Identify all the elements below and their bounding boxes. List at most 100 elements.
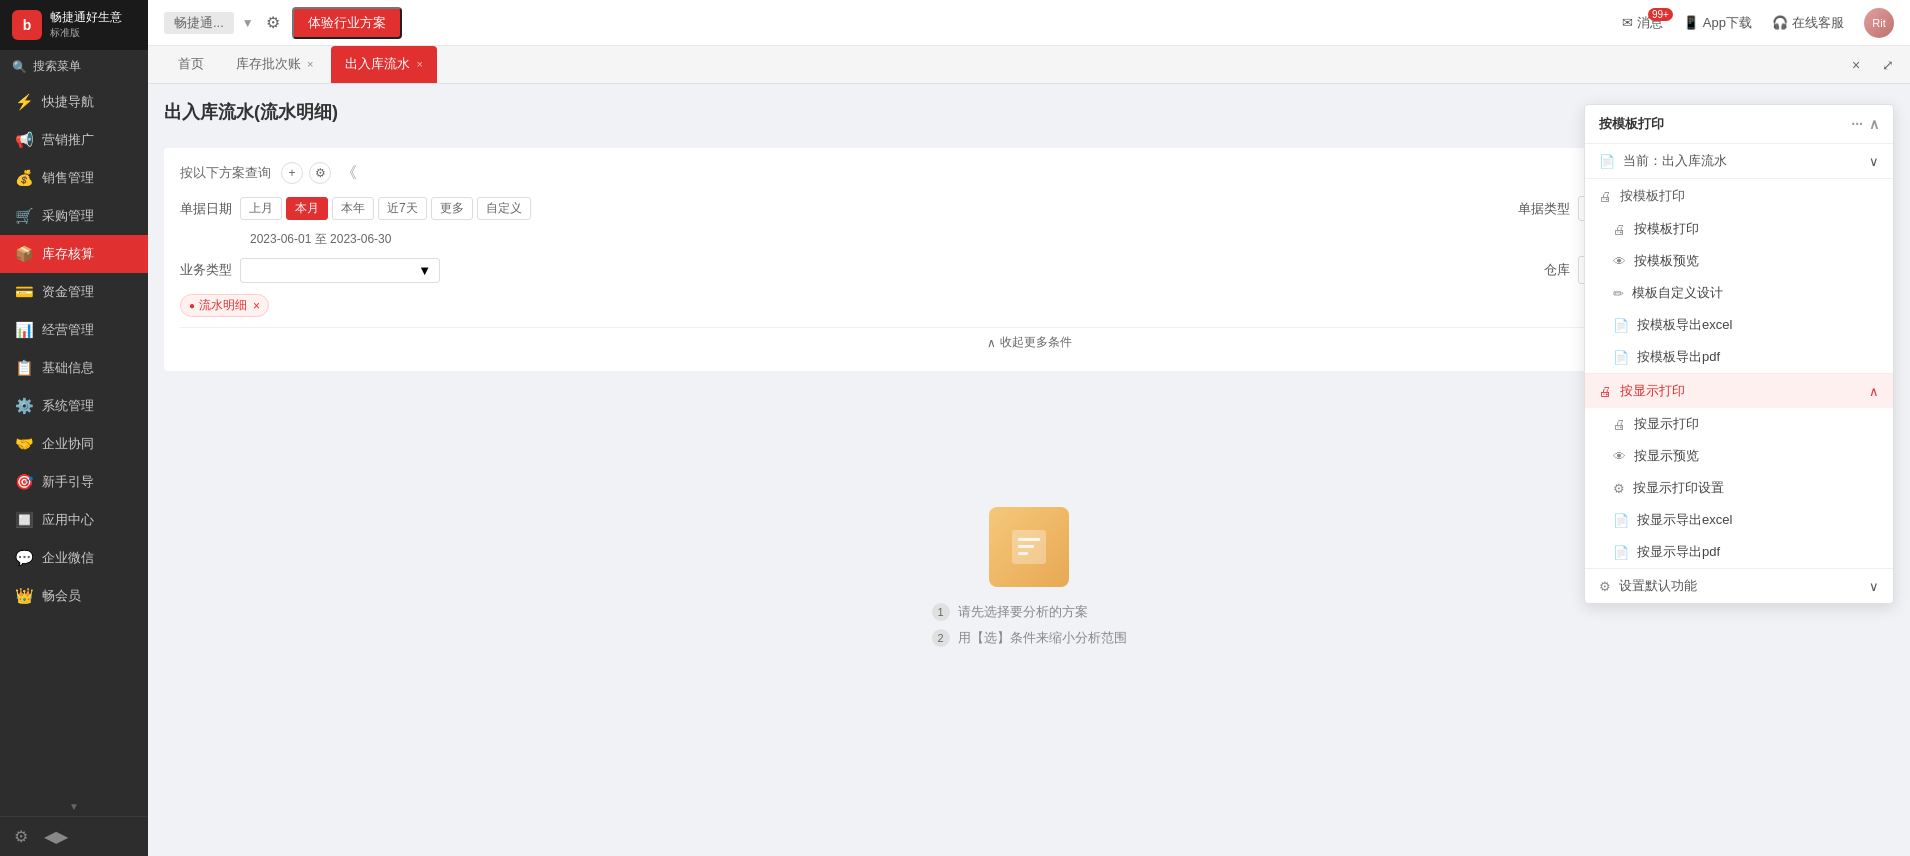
dropdown-item-template-print[interactable]: 🖨 按模板打印 [1585,213,1893,245]
online-service-btn[interactable]: 🎧 在线客服 [1772,14,1844,32]
dropdown-header-actions: ··· ∧ [1851,116,1879,132]
dropdown-current-header[interactable]: 📄 当前：出入库流水 ∨ [1585,144,1893,178]
logo-icon: b [12,10,42,40]
nav-label-purchase: 采购管理 [42,207,94,225]
topbar-gear-icon[interactable]: ⚙ [266,13,280,32]
sidebar-scroll-down[interactable]: ▼ [0,797,148,816]
sidebar-settings-icon[interactable]: ⚙ [14,827,28,846]
nav-label-membership: 畅会员 [42,587,81,605]
item-icon-dv: 👁 [1613,449,1626,464]
date-tab-more[interactable]: 更多 [431,197,473,220]
nav-label-collab: 企业协同 [42,435,94,453]
current-icon: 📄 [1599,154,1615,169]
sidebar-item-guide[interactable]: 🎯 新手引导 [0,463,148,501]
dropdown-template-header[interactable]: 🖨 按模板打印 [1585,179,1893,213]
sidebar-item-membership[interactable]: 👑 畅会员 [0,577,148,615]
tab-batch-close[interactable]: × [307,58,313,70]
biz-type-label: 业务类型 [180,261,232,279]
message-btn[interactable]: ✉ 消息 99+ [1622,14,1663,32]
user-avatar[interactable]: Rit [1864,8,1894,38]
sidebar-item-finance[interactable]: 💳 资金管理 [0,273,148,311]
dropdown-item-template-pdf[interactable]: 📄 按模板导出pdf [1585,341,1893,373]
sidebar-item-basics[interactable]: 📋 基础信息 [0,349,148,387]
sidebar-item-collaboration[interactable]: 🤝 企业协同 [0,425,148,463]
step-1-label: 请先选择要分析的方案 [958,603,1088,621]
tab-close-btn[interactable]: × [1842,51,1870,79]
display-section-icon: 🖨 [1599,384,1612,399]
sidebar-item-wechat[interactable]: 💬 企业微信 [0,539,148,577]
filter-tag-flow[interactable]: ● 流水明细 × [180,294,269,317]
dropdown-item-display-excel[interactable]: 📄 按显示导出excel [1585,504,1893,536]
sidebar-item-inventory[interactable]: 📦 库存核算 [0,235,148,273]
biz-type-select[interactable]: ▼ [240,258,440,283]
dropdown-item-display-preview[interactable]: 👁 按显示预览 [1585,440,1893,472]
sidebar-item-operations[interactable]: 📊 经营管理 [0,311,148,349]
app-download-btn[interactable]: 📱 App下载 [1683,14,1752,32]
sidebar-collapse-icon[interactable]: ◀▶ [44,827,68,846]
filter-collapse-icon[interactable]: 《 [341,163,357,184]
dropdown-item-display-pdf[interactable]: 📄 按显示导出pdf [1585,536,1893,568]
nav-icon-basics: 📋 [14,359,34,377]
tab-flow-close[interactable]: × [416,58,422,70]
sidebar-item-system[interactable]: ⚙️ 系统管理 [0,387,148,425]
step-2-label: 用【选】条件来缩小分析范围 [958,629,1127,647]
item-icon-dp: 🖨 [1613,417,1626,432]
template-section-icon: 🖨 [1599,189,1612,204]
sidebar-item-sales[interactable]: 💰 销售管理 [0,159,148,197]
item-label-dp: 按显示打印 [1634,415,1699,433]
dropdown-item-display-settings[interactable]: ⚙ 按显示打印设置 [1585,472,1893,504]
service-icon: 🎧 [1772,15,1788,30]
date-tab-last-month[interactable]: 上月 [240,197,282,220]
sidebar-bottom: ⚙ ◀▶ [0,816,148,856]
dropdown-dots[interactable]: ··· [1851,116,1863,132]
trial-btn[interactable]: 体验行业方案 [292,7,402,39]
dropdown-footer[interactable]: ⚙ 设置默认功能 ∨ [1585,569,1893,603]
tag-label: 流水明细 [199,297,247,314]
item-icon-de: 📄 [1613,513,1629,528]
empty-icon [979,487,1079,587]
dropdown-item-template-preview[interactable]: 👁 按模板预览 [1585,245,1893,277]
warehouse-label: 仓库 [1544,261,1570,279]
date-tab-this-year[interactable]: 本年 [332,197,374,220]
sidebar-item-quick-nav[interactable]: ⚡ 快捷导航 [0,83,148,121]
filter-actions: + ⚙ [281,162,331,184]
tag-close[interactable]: × [253,299,260,313]
sidebar-search[interactable]: 🔍 搜索菜单 [0,50,148,83]
tabbar: 首页 库存批次账 × 出入库流水 × × ⤢ [148,46,1910,84]
sidebar-item-purchase[interactable]: 🛒 采购管理 [0,197,148,235]
empty-step-1: 1 请先选择要分析的方案 [932,603,1127,621]
sidebar-item-marketing[interactable]: 📢 营销推广 [0,121,148,159]
filter-add-btn[interactable]: + [281,162,303,184]
tab-inventory-batch[interactable]: 库存批次账 × [222,46,327,83]
sidebar-nav: ⚡ 快捷导航 📢 营销推广 💰 销售管理 🛒 采购管理 📦 库存核算 💳 资金管… [0,83,148,797]
page-title: 出入库流水(流水明细) [164,100,338,124]
dropdown-display-section: 🖨 按显示打印 ∧ 🖨 按显示打印 👁 按显示预览 [1585,374,1893,569]
tab-home-label: 首页 [178,55,204,73]
date-tab-7days[interactable]: 近7天 [378,197,427,220]
tab-maximize-btn[interactable]: ⤢ [1874,51,1902,79]
dropdown-chevron-up[interactable]: ∧ [1869,116,1879,132]
date-tab-custom[interactable]: 自定义 [477,197,531,220]
empty-step-2: 2 用【选】条件来缩小分析范围 [932,629,1127,647]
dropdown-item-display-print[interactable]: 🖨 按显示打印 [1585,408,1893,440]
page-content: 出入库流水(流水明细) 🖨 按模板打印 ∧ ⬆ 导出 ↻ 刷新 [148,84,1910,856]
tab-batch-label: 库存批次账 [236,55,301,73]
add-icon: + [288,166,295,180]
svg-rect-1 [1018,538,1040,541]
date-tab-this-month[interactable]: 本月 [286,197,328,220]
dropdown-item-template-design[interactable]: ✏ 模板自定义设计 [1585,277,1893,309]
nav-label-basics: 基础信息 [42,359,94,377]
dropdown-item-template-excel[interactable]: 📄 按模板导出excel [1585,309,1893,341]
nav-icon-system: ⚙️ [14,397,34,415]
nav-icon-wechat: 💬 [14,549,34,567]
dropdown-display-header[interactable]: 🖨 按显示打印 ∧ [1585,374,1893,408]
tab-inventory-flow[interactable]: 出入库流水 × [331,46,436,83]
empty-steps: 1 请先选择要分析的方案 2 用【选】条件来缩小分析范围 [932,603,1127,647]
user-dropdown-arrow[interactable]: ▼ [242,16,254,30]
filter-settings-btn[interactable]: ⚙ [309,162,331,184]
nav-icon-marketing: 📢 [14,131,34,149]
tab-flow-label: 出入库流水 [345,55,410,73]
date-label: 单据日期 [180,200,232,218]
tab-home[interactable]: 首页 [164,46,218,83]
sidebar-item-app-center[interactable]: 🔲 应用中心 [0,501,148,539]
